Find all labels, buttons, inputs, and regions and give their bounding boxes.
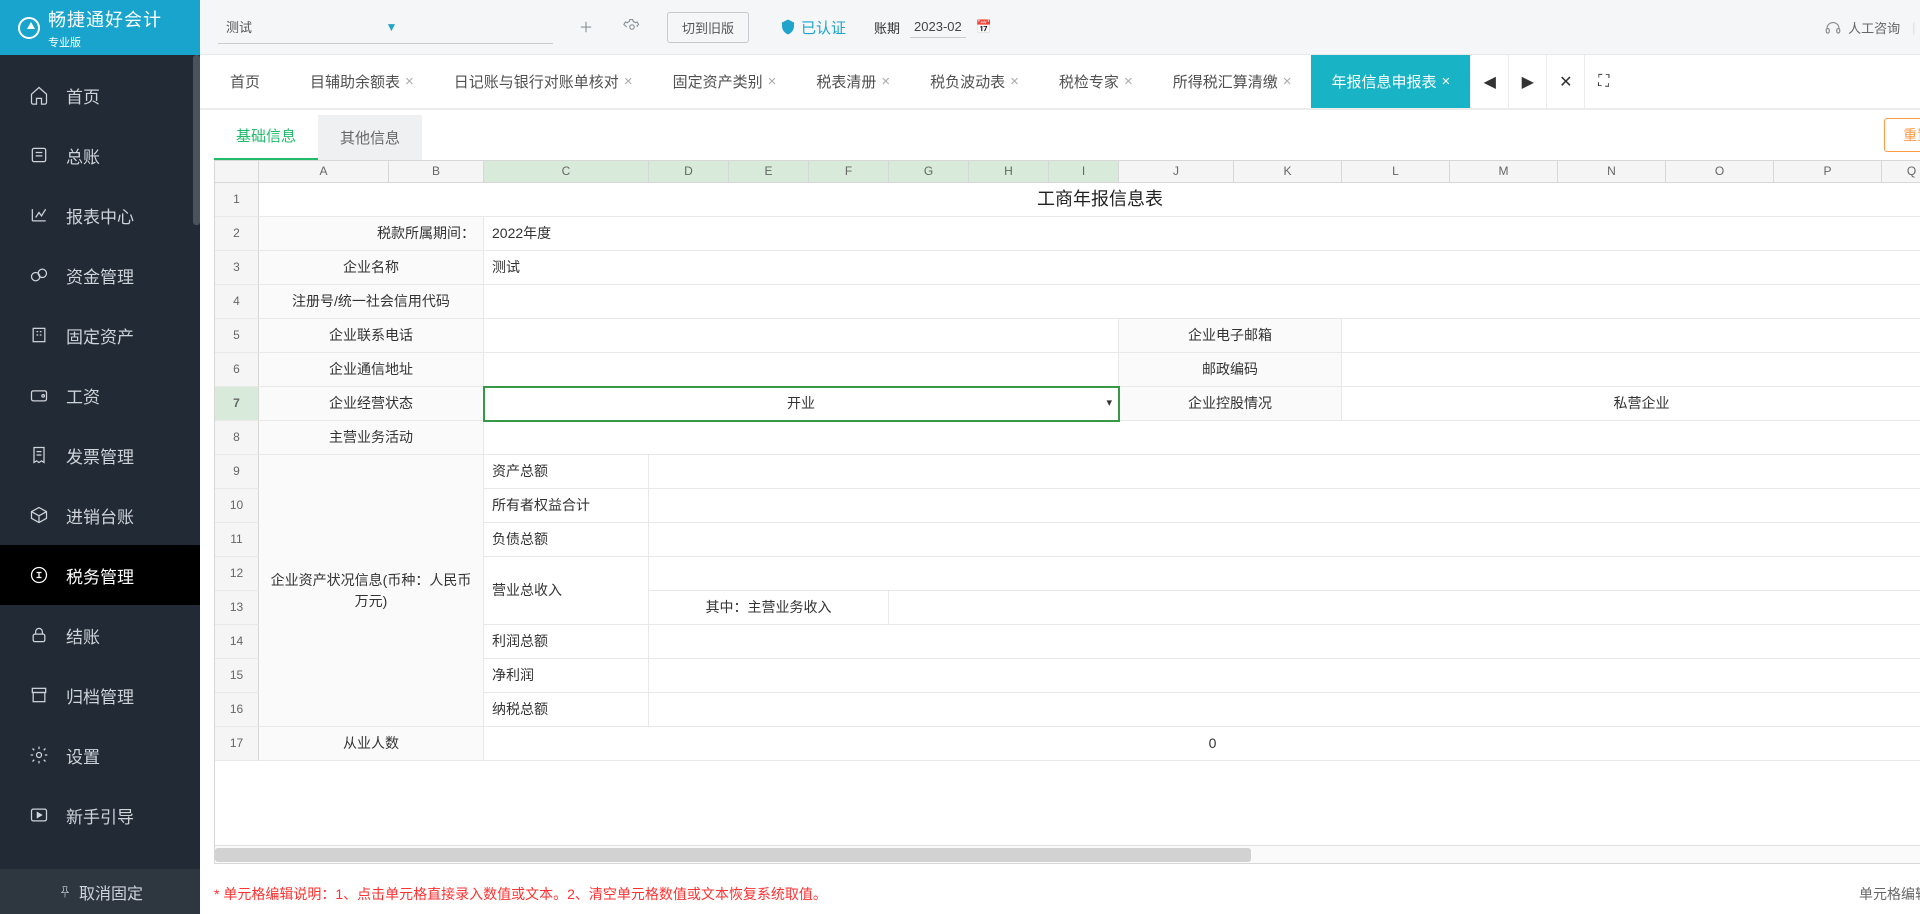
period-selector[interactable]: 账期 2023-02 📅 — [874, 16, 992, 38]
tab-tax-expert[interactable]: 税检专家× — [1039, 55, 1153, 108]
tab-home[interactable]: 首页 — [200, 55, 290, 108]
subtab-other[interactable]: 其他信息 — [318, 115, 422, 160]
tab-asset-cat[interactable]: 固定资产类别× — [653, 55, 797, 108]
settings-button[interactable] — [621, 16, 643, 38]
nav-ledger[interactable]: 总账 — [0, 125, 200, 185]
col-o[interactable]: O — [1666, 161, 1774, 182]
col-e[interactable]: E — [729, 161, 809, 182]
tab-balance[interactable]: 目辅助余额表× — [290, 55, 434, 108]
close-icon[interactable]: × — [624, 73, 633, 90]
horizontal-scrollbar[interactable] — [215, 845, 1920, 863]
tab-journal[interactable]: 日记账与银行对账单核对× — [434, 55, 653, 108]
nav-tax[interactable]: 税务管理 — [0, 545, 200, 605]
building-icon — [28, 324, 50, 346]
tab-income-tax[interactable]: 所得税汇算清缴× — [1153, 55, 1312, 108]
col-q[interactable]: Q — [1882, 161, 1920, 182]
subtab-basic[interactable]: 基础信息 — [214, 113, 318, 160]
lock-icon — [28, 624, 50, 646]
unpin-button[interactable]: 取消固定 — [0, 869, 200, 914]
nav-invoice[interactable]: 发票管理 — [0, 425, 200, 485]
col-l[interactable]: L — [1342, 161, 1450, 182]
col-j[interactable]: J — [1119, 161, 1234, 182]
nav-settings[interactable]: 设置 — [0, 725, 200, 785]
brand-icon — [18, 17, 40, 39]
business-status-select[interactable]: 开业 — [484, 387, 1119, 421]
nav-closing[interactable]: 结账 — [0, 605, 200, 665]
switch-old-button[interactable]: 切到旧版 — [667, 12, 749, 43]
nav: 首页 总账 报表中心 资金管理 固定资产 工资 发票管理 进销台账 税务管理 结… — [0, 55, 200, 845]
close-icon[interactable]: × — [1283, 73, 1292, 90]
consult-button[interactable]: 人工咨询 — [1824, 18, 1900, 37]
play-icon — [28, 804, 50, 826]
archive-icon — [28, 684, 50, 706]
tab-close-all-button[interactable]: ✕ — [1546, 55, 1584, 108]
close-icon[interactable]: × — [405, 73, 414, 90]
col-c[interactable]: C — [484, 161, 649, 182]
column-headers: A B C D E F G H I J K L M N O — [215, 161, 1920, 183]
nav-home[interactable]: 首页 — [0, 65, 200, 125]
tab-annual-report[interactable]: 年报信息申报表× — [1311, 55, 1470, 108]
select-all-corner[interactable] — [215, 161, 259, 182]
subtabs: 基础信息 其他信息 重置报表 ↻刷新 — [200, 110, 1920, 160]
col-a[interactable]: A — [259, 161, 389, 182]
tab-tax-book[interactable]: 税表清册× — [796, 55, 910, 108]
fullscreen-button[interactable]: ⛶ — [1584, 55, 1622, 108]
chart-icon — [28, 204, 50, 226]
invoice-icon — [28, 444, 50, 466]
col-g[interactable]: G — [889, 161, 969, 182]
close-icon[interactable]: × — [881, 73, 890, 90]
topbar: 测试▼ 切到旧版 已认证 账期 2023-02 📅 人工咨询 | 畅捷通B组..… — [200, 0, 1920, 55]
col-n[interactable]: N — [1558, 161, 1666, 182]
nav-archive[interactable]: 归档管理 — [0, 665, 200, 725]
edit-hint: * 单元格编辑说明：1、点击单元格直接录入数值或文本。2、清空单元格数值或文本恢… — [214, 884, 827, 904]
brand-name: 畅捷通好会计 — [48, 10, 162, 30]
nav-assets[interactable]: 固定资产 — [0, 305, 200, 365]
nav-funds[interactable]: 资金管理 — [0, 245, 200, 305]
money-icon — [28, 264, 50, 286]
tab-prev-button[interactable]: ◀ — [1470, 55, 1508, 108]
col-d[interactable]: D — [649, 161, 729, 182]
brand-edition: 专业版 — [48, 34, 162, 50]
calendar-icon: 📅 — [976, 19, 992, 35]
col-h[interactable]: H — [969, 161, 1049, 182]
nav-reports[interactable]: 报表中心 — [0, 185, 200, 245]
period-label: 账期 — [874, 18, 900, 37]
col-p[interactable]: P — [1774, 161, 1882, 182]
home-icon — [28, 84, 50, 106]
ledger-icon — [28, 144, 50, 166]
nav-salary[interactable]: 工资 — [0, 365, 200, 425]
close-icon[interactable]: × — [1010, 73, 1019, 90]
tax-icon — [28, 564, 50, 586]
col-k[interactable]: K — [1234, 161, 1342, 182]
wallet-icon — [28, 384, 50, 406]
close-icon[interactable]: × — [1124, 73, 1133, 90]
verified-badge: 已认证 — [779, 17, 846, 38]
sidebar: 畅捷通好会计 专业版 首页 总账 报表中心 资金管理 固定资产 工资 发票管理 … — [0, 0, 200, 914]
close-icon[interactable]: × — [768, 73, 777, 90]
tabbar: 首页 目辅助余额表× 日记账与银行对账单核对× 固定资产类别× 税表清册× 税负… — [200, 55, 1920, 110]
add-button[interactable] — [575, 16, 597, 38]
brand-logo: 畅捷通好会计 专业版 — [0, 0, 200, 55]
chevron-down-icon: ▼ — [386, 20, 546, 34]
footer: * 单元格编辑说明：1、点击单元格直接录入数值或文本。2、清空单元格数值或文本恢… — [200, 874, 1920, 914]
close-icon[interactable]: × — [1442, 73, 1451, 90]
nav-inventory[interactable]: 进销台账 — [0, 485, 200, 545]
sheet-title: 工商年报信息表 — [259, 183, 1920, 217]
col-f[interactable]: F — [809, 161, 889, 182]
gear-icon — [28, 744, 50, 766]
spreadsheet[interactable]: A B C D E F G H I J K L M N O — [214, 160, 1920, 864]
col-m[interactable]: M — [1450, 161, 1558, 182]
reset-report-button[interactable]: 重置报表 — [1884, 118, 1920, 152]
period-value: 2023-02 — [910, 16, 966, 38]
tab-next-button[interactable]: ▶ — [1508, 55, 1546, 108]
company-selector[interactable]: 测试▼ — [218, 10, 553, 44]
nav-guide[interactable]: 新手引导 — [0, 785, 200, 845]
sidebar-scrollbar[interactable] — [193, 55, 200, 225]
tab-tax-fluct[interactable]: 税负波动表× — [910, 55, 1039, 108]
box-icon — [28, 504, 50, 526]
col-b[interactable]: B — [389, 161, 484, 182]
col-i[interactable]: I — [1049, 161, 1119, 182]
